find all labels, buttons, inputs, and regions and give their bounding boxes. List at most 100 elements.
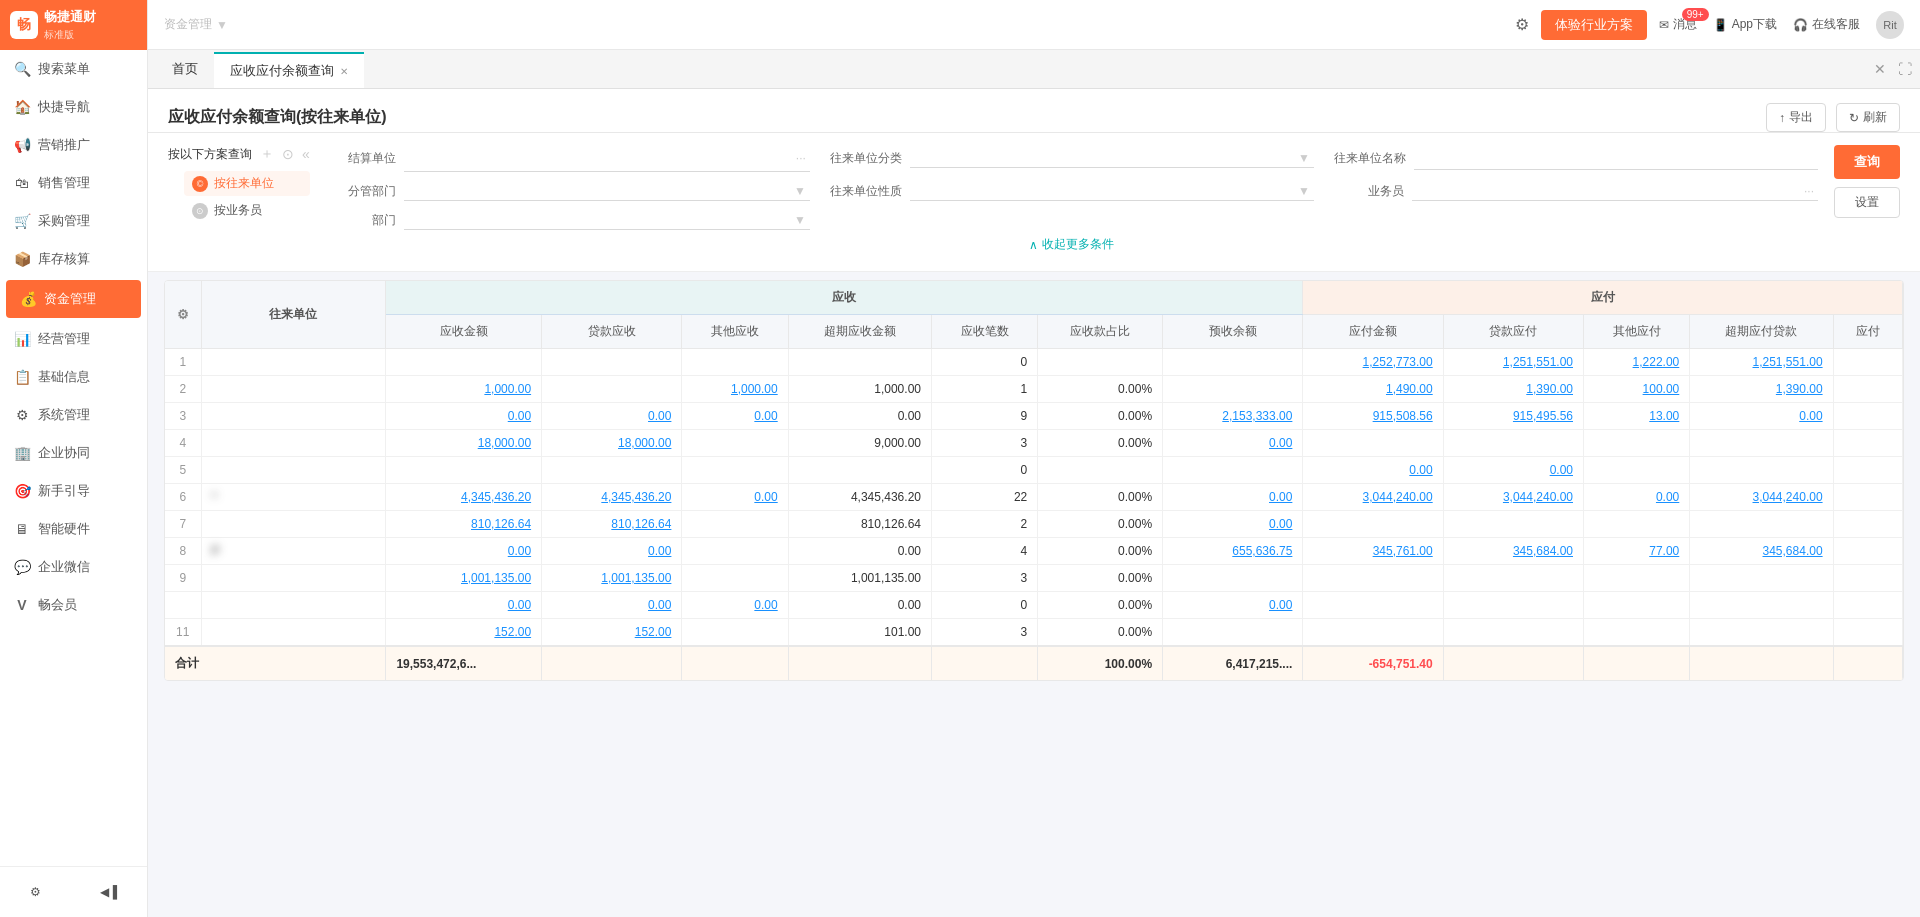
table-cell[interactable]: 810,126.64 (386, 511, 542, 538)
sidebar-item-operations[interactable]: 📊 经营管理 (0, 320, 147, 358)
salesperson-dots-icon[interactable]: ··· (1804, 184, 1814, 198)
table-cell[interactable]: 0.00 (386, 538, 542, 565)
cell-link[interactable]: 4,345,436.20 (601, 490, 671, 504)
cell-link[interactable]: 1,000.00 (484, 382, 531, 396)
cell-link[interactable]: 1,390.00 (1526, 382, 1573, 396)
cell-link[interactable]: 0.00 (1409, 463, 1432, 477)
sidebar-item-enterprise[interactable]: 🏢 企业协同 (0, 434, 147, 472)
table-cell[interactable]: 3,044,240.00 (1690, 484, 1833, 511)
table-cell[interactable]: 0.00 (682, 592, 788, 619)
add-scheme-btn[interactable]: ＋ (260, 145, 274, 163)
table-cell[interactable]: 4,345,436.20 (386, 484, 542, 511)
table-cell[interactable]: 0.00 (542, 592, 682, 619)
sidebar-settings-btn[interactable]: ⚙ (20, 879, 51, 905)
table-cell[interactable]: 1,001,135.00 (542, 565, 682, 592)
table-cell[interactable] (1443, 511, 1583, 538)
table-cell[interactable]: 345,684.00 (1443, 538, 1583, 565)
table-cell[interactable]: 0.00 (386, 403, 542, 430)
cell-link[interactable]: 0.00 (754, 598, 777, 612)
cell-link[interactable]: 915,508.56 (1373, 409, 1433, 423)
table-cell[interactable]: 1,390.00 (1690, 376, 1833, 403)
table-cell[interactable]: 77.00 (1584, 538, 1690, 565)
cell-link[interactable]: 655,636.75 (1232, 544, 1292, 558)
cell-link[interactable]: 0.00 (508, 544, 531, 558)
table-cell[interactable] (386, 457, 542, 484)
cell-link[interactable]: 0.00 (1269, 490, 1292, 504)
partner-name-input[interactable] (1414, 147, 1818, 170)
query-button[interactable]: 查询 (1834, 145, 1900, 179)
cell-link[interactable]: 100.00 (1643, 382, 1680, 396)
cell-link[interactable]: 152.00 (635, 625, 672, 639)
table-cell[interactable] (1443, 619, 1583, 647)
table-cell[interactable]: 152.00 (542, 619, 682, 647)
settlement-input[interactable] (408, 147, 796, 169)
cell-link[interactable]: 0.00 (648, 544, 671, 558)
sidebar-item-system[interactable]: ⚙ 系统管理 (0, 396, 147, 434)
user-avatar[interactable]: Rit (1876, 11, 1904, 39)
sidebar-item-purchase[interactable]: 🛒 采购管理 (0, 202, 147, 240)
table-cell[interactable] (1163, 619, 1303, 647)
table-cell[interactable]: 915,495.56 (1443, 403, 1583, 430)
table-cell[interactable] (682, 349, 788, 376)
table-cell[interactable]: 152.00 (386, 619, 542, 647)
cell-link[interactable]: 810,126.64 (471, 517, 531, 531)
table-cell[interactable] (1303, 619, 1443, 647)
table-cell[interactable] (1584, 565, 1690, 592)
table-cell[interactable] (1163, 565, 1303, 592)
cell-link[interactable]: 0.00 (1550, 463, 1573, 477)
sidebar-item-member[interactable]: V 畅会员 (0, 586, 147, 624)
cell-link[interactable]: 345,684.00 (1763, 544, 1823, 558)
table-cell[interactable]: 1,490.00 (1303, 376, 1443, 403)
cell-link[interactable]: 3,044,240.00 (1363, 490, 1433, 504)
partner-category-chevron-icon[interactable]: ▼ (1298, 151, 1310, 165)
sidebar-item-smart-hw[interactable]: 🖥 智能硬件 (0, 510, 147, 548)
table-cell[interactable]: 0.00 (1303, 457, 1443, 484)
table-cell[interactable]: 3,044,240.00 (1303, 484, 1443, 511)
table-cell[interactable] (682, 430, 788, 457)
table-cell[interactable] (542, 376, 682, 403)
table-cell[interactable]: 0.00 (1163, 430, 1303, 457)
table-cell[interactable] (682, 457, 788, 484)
table-cell[interactable]: 0.00 (1163, 484, 1303, 511)
cell-link[interactable]: 0.00 (754, 490, 777, 504)
cell-link[interactable]: 0.00 (1269, 436, 1292, 450)
table-cell[interactable]: 0.00 (386, 592, 542, 619)
table-cell[interactable] (1690, 457, 1833, 484)
export-button[interactable]: ↑ 导出 (1766, 103, 1826, 132)
promo-button[interactable]: 体验行业方案 (1541, 10, 1647, 40)
cell-link[interactable]: 1,001,135.00 (461, 571, 531, 585)
cell-link[interactable]: 0.00 (1269, 517, 1292, 531)
cell-link[interactable]: 4,345,436.20 (461, 490, 531, 504)
sidebar-item-wechat[interactable]: 💬 企业微信 (0, 548, 147, 586)
cell-link[interactable]: 1,251,551.00 (1503, 355, 1573, 369)
table-cell[interactable] (1584, 592, 1690, 619)
cell-link[interactable]: 1,222.00 (1633, 355, 1680, 369)
tab-home[interactable]: 首页 (156, 52, 214, 86)
table-cell[interactable] (682, 619, 788, 647)
sidebar-item-search-menu[interactable]: 🔍 搜索菜单 (0, 50, 147, 88)
dept-chevron-icon[interactable]: ▼ (794, 184, 806, 198)
edit-scheme-btn[interactable]: ⊙ (282, 146, 294, 162)
table-cell[interactable]: 13.00 (1584, 403, 1690, 430)
department-chevron-icon[interactable]: ▼ (794, 213, 806, 227)
tab-close-window-icon[interactable]: ✕ (1874, 61, 1886, 77)
table-cell[interactable]: 1,252,773.00 (1303, 349, 1443, 376)
settlement-dots-icon[interactable]: ··· (796, 151, 806, 165)
table-cell[interactable] (1303, 565, 1443, 592)
table-cell[interactable] (1163, 376, 1303, 403)
table-cell[interactable] (1584, 511, 1690, 538)
table-cell[interactable]: 2,153,333.00 (1163, 403, 1303, 430)
table-cell[interactable]: 0.00 (1443, 457, 1583, 484)
cell-link[interactable]: 77.00 (1649, 544, 1679, 558)
sidebar-item-basic-info[interactable]: 📋 基础信息 (0, 358, 147, 396)
cell-link[interactable]: 1,251,551.00 (1753, 355, 1823, 369)
sidebar-item-inventory[interactable]: 📦 库存核算 (0, 240, 147, 278)
collapse-scheme-btn[interactable]: « (302, 146, 310, 162)
app-download-button[interactable]: 📱 App下载 (1713, 16, 1777, 33)
table-cell[interactable] (1690, 430, 1833, 457)
table-cell[interactable]: 810,126.64 (542, 511, 682, 538)
collapse-more-conditions[interactable]: ∧ 收起更多条件 (326, 230, 1818, 259)
sidebar-item-guide[interactable]: 🎯 新手引导 (0, 472, 147, 510)
table-cell[interactable]: 100.00 (1584, 376, 1690, 403)
table-cell[interactable]: 1,251,551.00 (1443, 349, 1583, 376)
